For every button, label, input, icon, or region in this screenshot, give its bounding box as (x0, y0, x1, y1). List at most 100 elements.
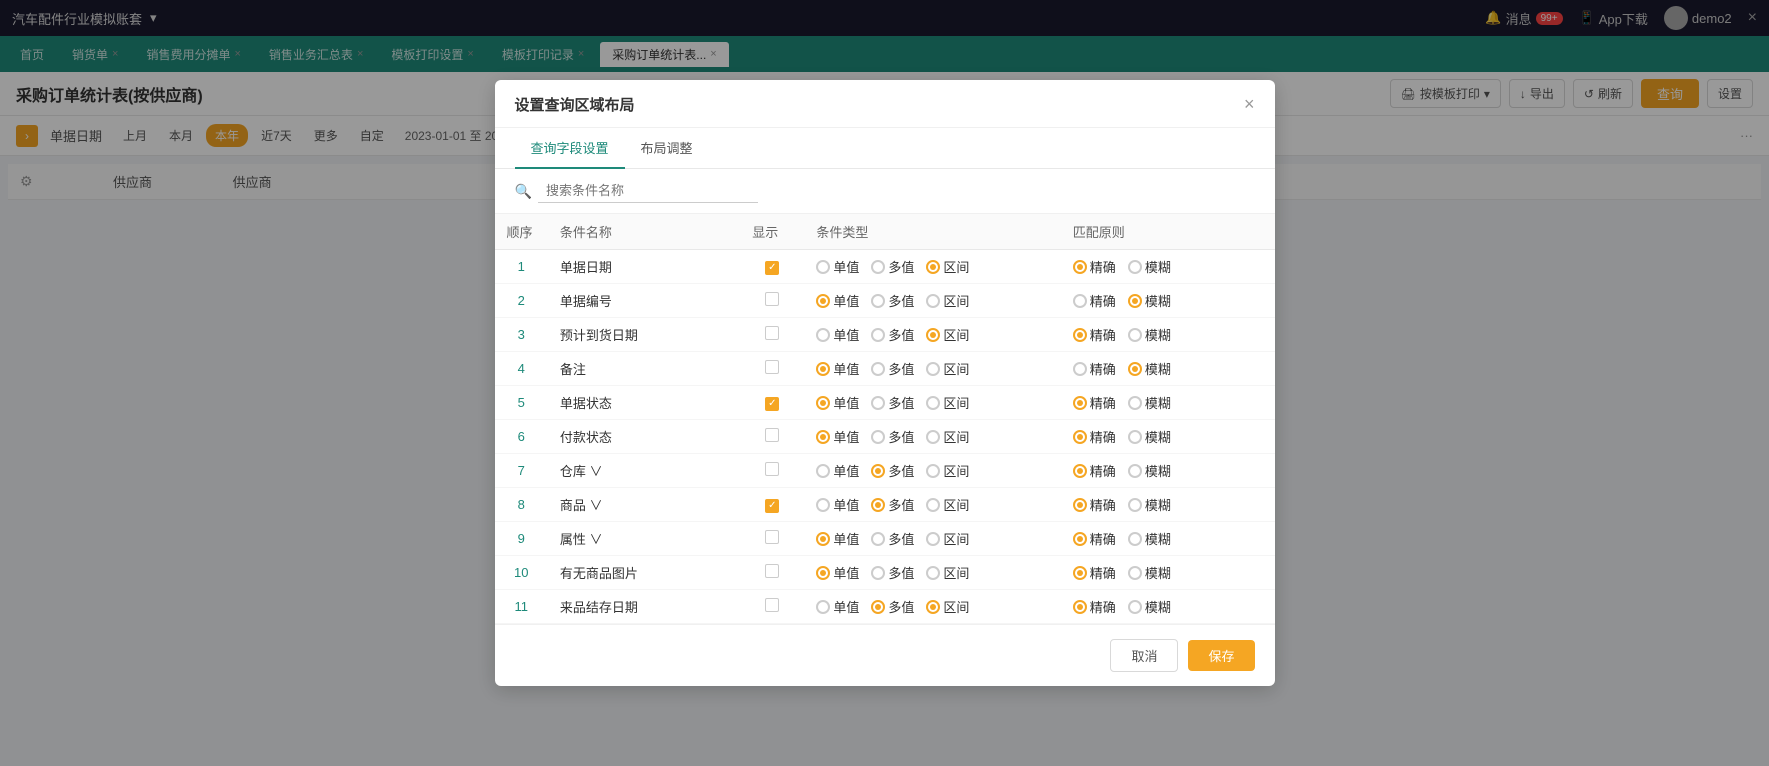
type-radio-item[interactable]: 单值 (816, 359, 859, 378)
match-radio-item[interactable]: 精确 (1073, 291, 1116, 310)
cell-name: 备注 (548, 352, 740, 386)
cell-show[interactable] (740, 556, 804, 590)
cancel-button[interactable]: 取消 (1110, 639, 1178, 672)
match-radio-item[interactable]: 精确 (1073, 495, 1116, 514)
show-checkbox[interactable] (765, 397, 779, 411)
type-radio-item[interactable]: 单值 (816, 563, 859, 582)
match-radio-item[interactable]: 模糊 (1128, 359, 1171, 378)
match-radio-item[interactable]: 精确 (1073, 393, 1116, 412)
match-radio-label: 精确 (1090, 461, 1116, 480)
show-checkbox[interactable] (765, 360, 779, 374)
type-radio-item[interactable]: 多值 (871, 461, 914, 480)
type-radio-item[interactable]: 多值 (871, 291, 914, 310)
show-checkbox[interactable] (765, 530, 779, 544)
type-radio-item[interactable]: 区间 (926, 495, 969, 514)
cell-show[interactable] (740, 522, 804, 556)
type-radio-item[interactable]: 单值 (816, 325, 859, 344)
cell-show[interactable] (740, 454, 804, 488)
type-radio-item[interactable]: 单值 (816, 597, 859, 616)
radio-circle (871, 600, 885, 614)
type-radio-item[interactable]: 区间 (926, 257, 969, 276)
match-radio-item[interactable]: 精确 (1073, 597, 1116, 616)
type-radio-item[interactable]: 区间 (926, 461, 969, 480)
type-radio-item[interactable]: 区间 (926, 563, 969, 582)
type-radio-item[interactable]: 单值 (816, 529, 859, 548)
show-checkbox[interactable] (765, 462, 779, 476)
match-radio-item[interactable]: 精确 (1073, 359, 1116, 378)
match-radio-label: 模糊 (1145, 291, 1171, 310)
type-radio-item[interactable]: 区间 (926, 597, 969, 616)
match-radio-item[interactable]: 模糊 (1128, 325, 1171, 344)
match-radio-label: 精确 (1090, 427, 1116, 446)
cell-show[interactable] (740, 318, 804, 352)
radio-circle (926, 532, 940, 546)
cell-order: 8 (495, 488, 548, 522)
match-radio-item[interactable]: 精确 (1073, 325, 1116, 344)
show-checkbox[interactable] (765, 261, 779, 275)
dialog-tab-layout[interactable]: 布局调整 (625, 128, 709, 169)
match-radio-item[interactable]: 精确 (1073, 427, 1116, 446)
radio-label: 多值 (888, 495, 914, 514)
match-radio-item[interactable]: 模糊 (1128, 495, 1171, 514)
type-radio-item[interactable]: 区间 (926, 529, 969, 548)
cell-show[interactable] (740, 250, 804, 284)
type-radio-item[interactable]: 多值 (871, 563, 914, 582)
show-checkbox[interactable] (765, 499, 779, 513)
type-radio-item[interactable]: 单值 (816, 257, 859, 276)
radio-label: 区间 (943, 257, 969, 276)
cell-show[interactable] (740, 284, 804, 318)
match-radio-item[interactable]: 模糊 (1128, 393, 1171, 412)
save-button[interactable]: 保存 (1188, 640, 1254, 671)
show-checkbox[interactable] (765, 598, 779, 612)
type-radio-item[interactable]: 单值 (816, 393, 859, 412)
cell-show[interactable] (740, 590, 804, 624)
match-radio-item[interactable]: 模糊 (1128, 291, 1171, 310)
cell-show[interactable] (740, 352, 804, 386)
type-radio-item[interactable]: 多值 (871, 427, 914, 446)
match-radio-item[interactable]: 精确 (1073, 529, 1116, 548)
dialog-tab-query-fields-label: 查询字段设置 (531, 141, 609, 156)
match-radio-item[interactable]: 模糊 (1128, 461, 1171, 480)
type-radio-item[interactable]: 多值 (871, 359, 914, 378)
type-radio-item[interactable]: 单值 (816, 291, 859, 310)
type-radio-item[interactable]: 单值 (816, 427, 859, 446)
cell-type: 单值多值区间 (804, 386, 1060, 420)
show-checkbox[interactable] (765, 428, 779, 442)
match-radio-item[interactable]: 模糊 (1128, 529, 1171, 548)
type-radio-item[interactable]: 多值 (871, 325, 914, 344)
radio-label: 单值 (833, 359, 859, 378)
type-radio-item[interactable]: 区间 (926, 359, 969, 378)
cell-show[interactable] (740, 488, 804, 522)
match-radio-item[interactable]: 模糊 (1128, 563, 1171, 582)
match-radio-item[interactable]: 精确 (1073, 563, 1116, 582)
type-radio-item[interactable]: 区间 (926, 325, 969, 344)
cell-show[interactable] (740, 420, 804, 454)
type-radio-item[interactable]: 区间 (926, 427, 969, 446)
match-radio-item[interactable]: 精确 (1073, 257, 1116, 276)
search-input[interactable] (538, 179, 758, 203)
show-checkbox[interactable] (765, 564, 779, 578)
type-radio-item[interactable]: 单值 (816, 495, 859, 514)
dialog-header: 设置查询区域布局 × (495, 80, 1275, 128)
type-radio-item[interactable]: 多值 (871, 495, 914, 514)
show-checkbox[interactable] (765, 292, 779, 306)
dialog-tab-query-fields[interactable]: 查询字段设置 (515, 128, 625, 169)
show-checkbox[interactable] (765, 326, 779, 340)
match-radio-item[interactable]: 模糊 (1128, 257, 1171, 276)
cell-type: 单值多值区间 (804, 284, 1060, 318)
cell-show[interactable] (740, 386, 804, 420)
match-radio-item[interactable]: 精确 (1073, 461, 1116, 480)
dialog-close-button[interactable]: × (1244, 94, 1255, 115)
cell-name: 属性 ∨ (548, 522, 740, 556)
type-radio-item[interactable]: 多值 (871, 597, 914, 616)
type-radio-item[interactable]: 区间 (926, 291, 969, 310)
cell-match: 精确模糊 (1061, 318, 1275, 352)
match-radio-item[interactable]: 模糊 (1128, 427, 1171, 446)
type-radio-item[interactable]: 单值 (816, 461, 859, 480)
type-radio-item[interactable]: 区间 (926, 393, 969, 412)
type-radio-item[interactable]: 多值 (871, 393, 914, 412)
type-radio-item[interactable]: 多值 (871, 257, 914, 276)
radio-circle (871, 260, 885, 274)
match-radio-item[interactable]: 模糊 (1128, 597, 1171, 616)
type-radio-item[interactable]: 多值 (871, 529, 914, 548)
